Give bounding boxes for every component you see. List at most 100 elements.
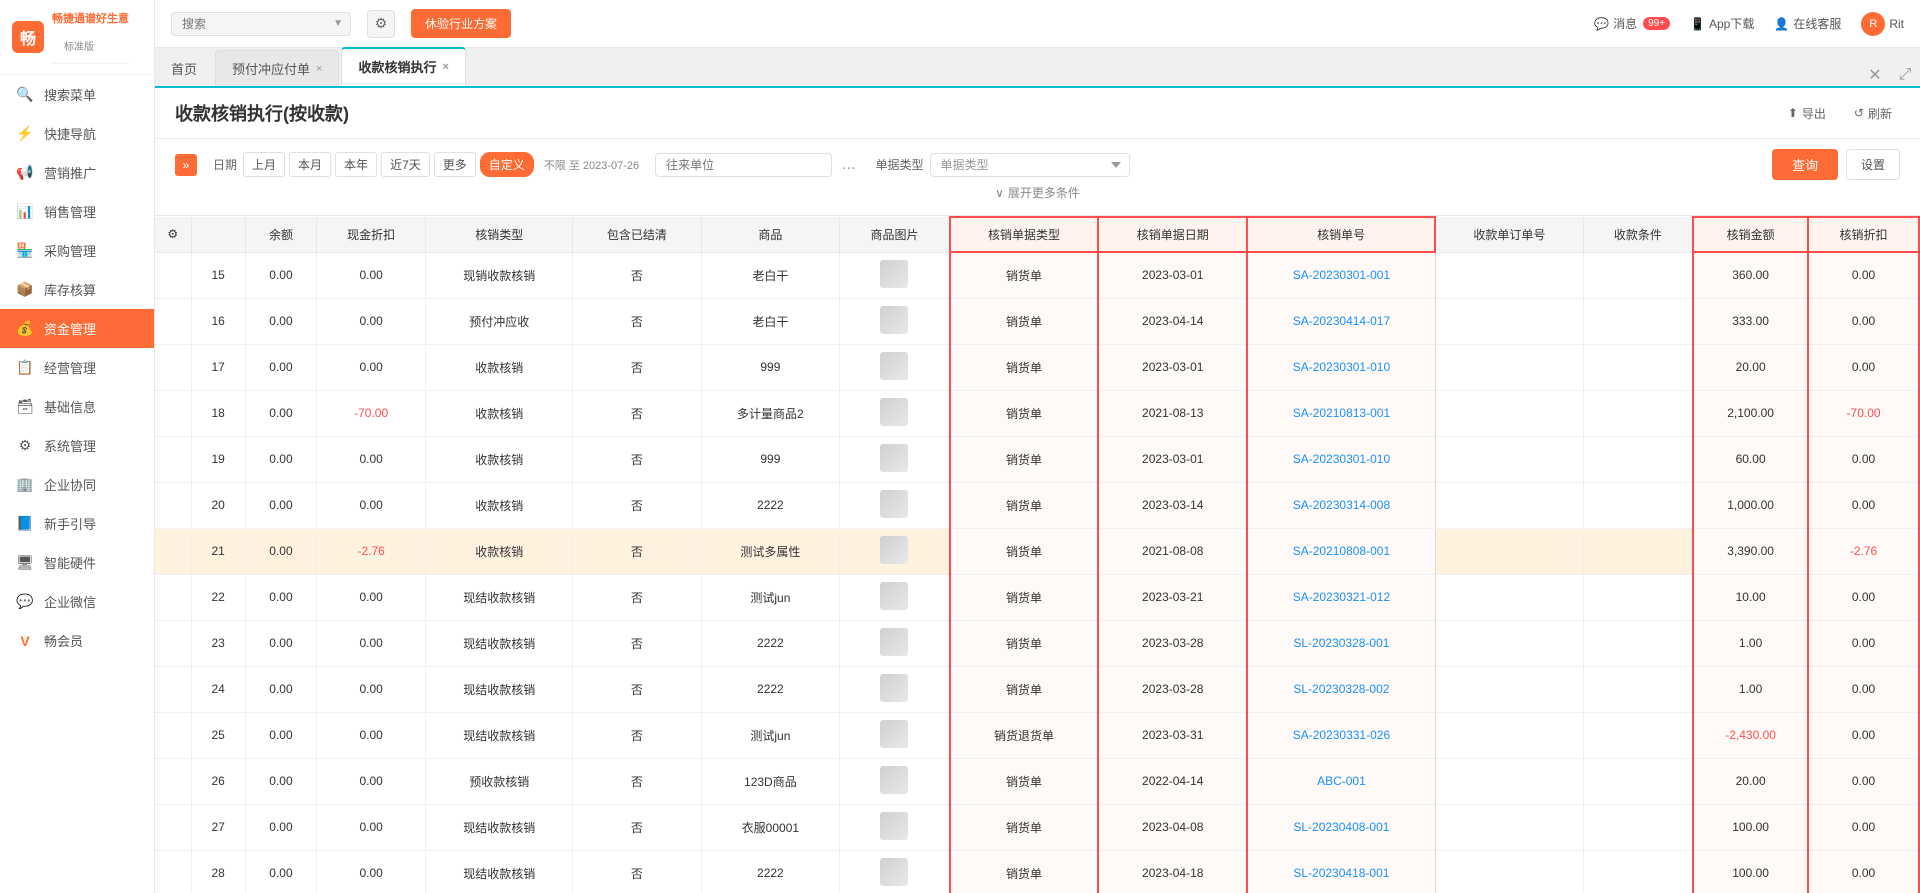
sidebar-item-base[interactable]: 🗃 基础信息 [0, 387, 154, 426]
th-settings[interactable]: ⚙ [155, 217, 191, 252]
td-included-settled: 否 [573, 482, 701, 528]
td-writeoff-date: 2023-03-21 [1098, 574, 1247, 620]
guide-icon: 📘 [16, 515, 34, 533]
td-writeoff-discount: 0.00 [1808, 758, 1919, 804]
tab-collection[interactable]: 收款核销执行 × [341, 47, 465, 86]
sidebar-item-purchase[interactable]: 🏪 采购管理 [0, 231, 154, 270]
sidebar-item-operation[interactable]: 📋 经营管理 [0, 348, 154, 387]
td-included-settled: 否 [573, 850, 701, 893]
sidebar-item-vip[interactable]: V 畅会员 [0, 621, 154, 660]
close-window-button[interactable]: ✕ [1864, 64, 1886, 86]
th-writeoff-bill-no: 核销单号 [1247, 217, 1435, 252]
writeoff-bill-no-link[interactable]: SA-20210808-001 [1293, 544, 1390, 558]
page-content: 收款核销执行(按收款) ⬆ 导出 ↺ 刷新 » 日期 上月 [155, 88, 1920, 893]
filter-expand-arrow[interactable]: » [175, 154, 197, 176]
tab-bar: 首页 预付冲应付单 × 收款核销执行 × ✕ ⤢ [155, 48, 1920, 88]
td-writeoff-bill-type: 销货单 [950, 436, 1099, 482]
expand-window-button[interactable]: ⤢ [1894, 64, 1916, 86]
td-writeoff-date: 2023-03-31 [1098, 712, 1247, 758]
filter-date-lastmonth[interactable]: 上月 [243, 152, 285, 177]
table-row: 16 0.00 0.00 预付冲应收 否 老白干 销货单 2023-04-14 … [155, 298, 1919, 344]
td-balance: 0.00 [245, 436, 316, 482]
writeoff-bill-no-link[interactable]: SA-20230301-010 [1293, 452, 1390, 466]
writeoff-bill-no-link[interactable]: SA-20230314-008 [1293, 498, 1390, 512]
tab-close-collection[interactable]: × [442, 61, 448, 73]
td-writeoff-date: 2021-08-08 [1098, 528, 1247, 574]
sidebar-item-hardware[interactable]: 🖥 智能硬件 [0, 543, 154, 582]
tab-home[interactable]: 首页 [155, 51, 213, 86]
sidebar-item-marketing[interactable]: 📢 营销推广 [0, 153, 154, 192]
tab-prepay[interactable]: 预付冲应付单 × [215, 50, 339, 86]
topbar-gear-button[interactable]: ⚙ [367, 10, 395, 38]
writeoff-bill-no-link[interactable]: SL-20230328-001 [1293, 636, 1389, 650]
writeoff-bill-no-link[interactable]: SL-20230418-001 [1293, 866, 1389, 880]
industry-solution-button[interactable]: 休验行业方案 [411, 9, 511, 38]
table-row: 23 0.00 0.00 现结收款核销 否 2222 销货单 2023-03-2… [155, 620, 1919, 666]
td-writeoff-bill-no: SL-20230328-001 [1247, 620, 1435, 666]
sidebar-item-system[interactable]: ⚙ 系统管理 [0, 426, 154, 465]
writeoff-bill-no-link[interactable]: SA-20230301-001 [1293, 268, 1390, 282]
td-writeoff-bill-no: SL-20230328-002 [1247, 666, 1435, 712]
sidebar-item-finance[interactable]: 💰 资金管理 [0, 309, 154, 348]
tab-close-prepay[interactable]: × [316, 63, 322, 75]
filter-from-unit-input[interactable] [655, 153, 832, 177]
filter-date-buttons: 上月 本月 本年 近7天 更多 自定义 [243, 152, 534, 177]
td-writeoff-discount: 0.00 [1808, 252, 1919, 298]
writeoff-bill-no-link[interactable]: SA-20230331-026 [1293, 728, 1390, 742]
settings-button[interactable]: 设置 [1846, 149, 1900, 180]
td-writeoff-amount: 1.00 [1693, 620, 1808, 666]
filter-date-7days[interactable]: 近7天 [381, 152, 430, 177]
td-balance: 0.00 [245, 390, 316, 436]
filter-date-thisyear[interactable]: 本年 [335, 152, 377, 177]
export-button[interactable]: ⬆ 导出 [1780, 101, 1834, 126]
td-settings [155, 390, 191, 436]
user-avatar[interactable]: R Rit [1861, 12, 1904, 36]
td-receipt-order-no [1435, 666, 1583, 712]
expand-more-conditions[interactable]: ∨ 展开更多条件 [175, 180, 1900, 205]
online-service-button[interactable]: 👤 在线客服 [1774, 15, 1841, 32]
filter-date-more[interactable]: 更多 [434, 152, 476, 177]
topbar-search-input[interactable] [171, 12, 351, 36]
writeoff-bill-no-link[interactable]: SA-20210813-001 [1293, 406, 1390, 420]
filter-date-thismonth[interactable]: 本月 [289, 152, 331, 177]
td-included-settled: 否 [573, 620, 701, 666]
sidebar-item-sales[interactable]: 📊 销售管理 [0, 192, 154, 231]
writeoff-bill-no-link[interactable]: SA-20230414-017 [1293, 314, 1390, 328]
td-receipt-order-no [1435, 758, 1583, 804]
td-goods: 999 [701, 344, 840, 390]
sidebar: 畅 畅捷通谱好生意 标准版 🔍 搜索菜单 ⚡ 快捷导航 📢 营销推广 📊 销售管… [0, 0, 155, 893]
sidebar-item-search[interactable]: 🔍 搜索菜单 [0, 75, 154, 114]
filter-date-custom[interactable]: 自定义 [480, 152, 534, 177]
td-writeoff-discount: 0.00 [1808, 436, 1919, 482]
td-receipt-order-no [1435, 712, 1583, 758]
td-writeoff-type: 现销收款核销 [426, 252, 573, 298]
td-writeoff-bill-type: 销货单 [950, 390, 1099, 436]
refresh-button[interactable]: ↺ 刷新 [1846, 101, 1900, 126]
writeoff-bill-no-link[interactable]: SL-20230408-001 [1293, 820, 1389, 834]
sidebar-item-inventory[interactable]: 📦 库存核算 [0, 270, 154, 309]
page-title: 收款核销执行(按收款) [175, 100, 349, 126]
td-receipt-order-no [1435, 390, 1583, 436]
filter-bill-type-select[interactable]: 单据类型 [930, 153, 1130, 177]
writeoff-bill-no-link[interactable]: SA-20230321-012 [1293, 590, 1390, 604]
mobile-icon: 📱 [1690, 17, 1705, 31]
td-writeoff-bill-no: ABC-001 [1247, 758, 1435, 804]
sidebar-item-corp[interactable]: 🏢 企业协同 [0, 465, 154, 504]
td-goods-img [840, 528, 950, 574]
td-cash-discount: -2.76 [317, 528, 426, 574]
writeoff-bill-no-link[interactable]: SA-20230301-010 [1293, 360, 1390, 374]
purchase-icon: 🏪 [16, 242, 34, 260]
message-button[interactable]: 💬 消息 99+ [1594, 15, 1670, 32]
td-balance: 0.00 [245, 344, 316, 390]
writeoff-bill-no-link[interactable]: SL-20230328-002 [1293, 682, 1389, 696]
query-button[interactable]: 查询 [1772, 149, 1838, 180]
td-writeoff-bill-no: SA-20210813-001 [1247, 390, 1435, 436]
table-row: 24 0.00 0.00 现结收款核销 否 2222 销货单 2023-03-2… [155, 666, 1919, 712]
td-writeoff-date: 2023-04-18 [1098, 850, 1247, 893]
writeoff-bill-no-link[interactable]: ABC-001 [1317, 774, 1366, 788]
td-receipt-cond [1583, 482, 1693, 528]
app-download-button[interactable]: 📱 App下载 [1690, 15, 1754, 32]
sidebar-item-guide[interactable]: 📘 新手引导 [0, 504, 154, 543]
sidebar-item-wechat[interactable]: 💬 企业微信 [0, 582, 154, 621]
sidebar-item-quicknav[interactable]: ⚡ 快捷导航 [0, 114, 154, 153]
